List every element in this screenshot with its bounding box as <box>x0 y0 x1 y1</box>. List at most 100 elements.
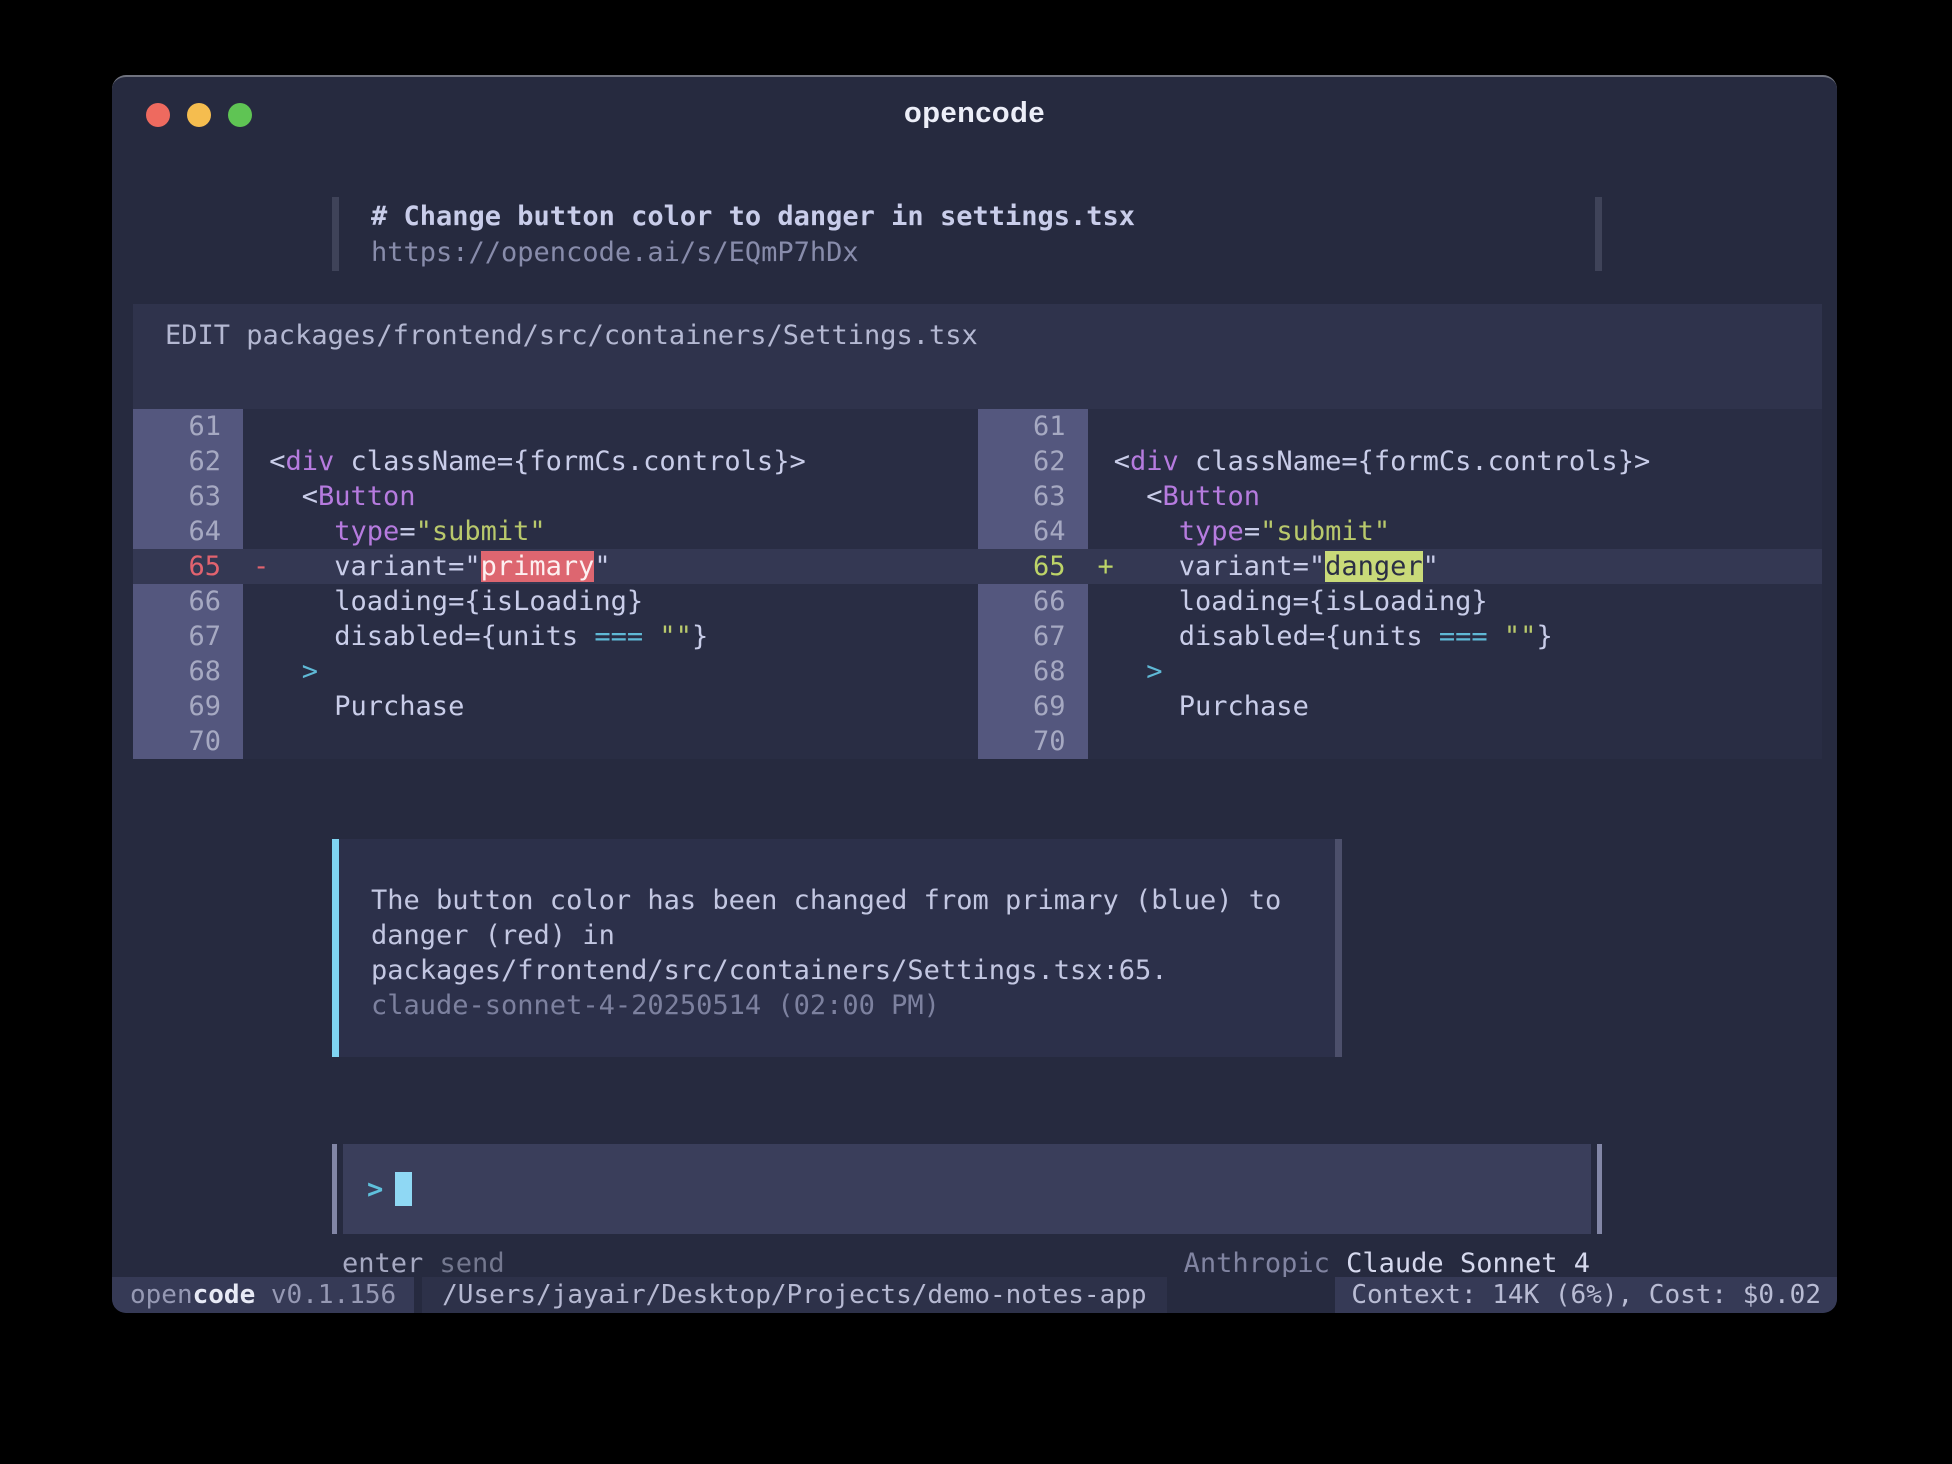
diff-row-70: 70 <box>978 724 1823 759</box>
code-line: loading={isLoading} <box>243 584 978 619</box>
line-number: 68 <box>978 654 1088 689</box>
model-name: Claude Sonnet 4 <box>1346 1248 1590 1279</box>
diff-row-67: 67 disabled={units === ""} <box>133 619 978 654</box>
enter-key-hint: enter <box>342 1248 423 1279</box>
diff-row-65: 65- variant="primary" <box>133 549 978 584</box>
send-hint: enter send <box>342 1248 505 1279</box>
diff-row-70: 70 <box>133 724 978 759</box>
diff-row-62: 62 <div className={formCs.controls}> <box>133 444 978 479</box>
code-line: disabled={units === ""} <box>1088 619 1823 654</box>
chat-input[interactable]: > <box>343 1144 1591 1234</box>
message-line: danger (red) in <box>371 918 1309 953</box>
code-line: + variant="danger" <box>1088 549 1823 584</box>
line-number: 63 <box>978 479 1088 514</box>
diff-row-66: 66 loading={isLoading} <box>133 584 978 619</box>
text-cursor <box>395 1172 412 1206</box>
status-bar: opencode v0.1.156 /Users/jayair/Desktop/… <box>112 1277 1837 1313</box>
prompt-symbol: > <box>367 1172 383 1208</box>
code-line <box>243 724 978 759</box>
line-number: 70 <box>133 724 243 759</box>
line-number: 67 <box>133 619 243 654</box>
line-number: 69 <box>978 689 1088 724</box>
line-number: 69 <box>133 689 243 724</box>
app-version-chip: opencode v0.1.156 <box>112 1277 414 1313</box>
input-left-bar <box>332 1144 337 1234</box>
code-line: > <box>243 654 978 689</box>
diff-row-69: 69 Purchase <box>133 689 978 724</box>
model-indicator: Anthropic Claude Sonnet 4 <box>1184 1248 1590 1279</box>
diff-row-62: 62 <div className={formCs.controls}> <box>978 444 1823 479</box>
message-line: The button color has been changed from p… <box>371 883 1309 918</box>
diff-row-61: 61 <box>978 409 1823 444</box>
code-line: > <box>1088 654 1823 689</box>
app-name-open: open <box>130 1280 193 1310</box>
code-line: - variant="primary" <box>243 549 978 584</box>
removed-line-marker: - <box>253 549 269 584</box>
input-hints: enter send Anthropic Claude Sonnet 4 <box>332 1248 1602 1279</box>
diff-row-63: 63 <Button <box>133 479 978 514</box>
diff-row-64: 64 type="submit" <box>978 514 1823 549</box>
diff-pane-new: 6162 <div className={formCs.controls}>63… <box>978 409 1823 759</box>
added-line-marker: + <box>1098 549 1114 584</box>
app-name-code: code <box>193 1280 256 1310</box>
diff-row-63: 63 <Button <box>978 479 1823 514</box>
line-number: 64 <box>978 514 1088 549</box>
line-number: 64 <box>133 514 243 549</box>
user-prompt-block: # Change button color to danger in setti… <box>332 197 1602 271</box>
code-line: <div className={formCs.controls}> <box>243 444 978 479</box>
context-cost-indicator: Context: 14K (6%), Cost: $0.02 <box>1335 1277 1837 1313</box>
edit-header: EDIT packages/frontend/src/containers/Se… <box>133 304 1822 409</box>
message-line: packages/frontend/src/containers/Setting… <box>371 953 1309 988</box>
assistant-message: The button color has been changed from p… <box>332 839 1342 1057</box>
line-number: 70 <box>978 724 1088 759</box>
code-line: type="submit" <box>243 514 978 549</box>
input-right-bar <box>1597 1144 1602 1234</box>
share-url[interactable]: https://opencode.ai/s/EQmP7hDx <box>371 235 1595 271</box>
line-number: 62 <box>978 444 1088 479</box>
chat-input-container: > <box>332 1144 1602 1234</box>
code-line <box>1088 409 1823 444</box>
diff-row-69: 69 Purchase <box>978 689 1823 724</box>
diff-view: 6162 <div className={formCs.controls}>63… <box>133 409 1822 759</box>
diff-row-66: 66 loading={isLoading} <box>978 584 1823 619</box>
edit-file-path: packages/frontend/src/containers/Setting… <box>246 320 978 351</box>
titlebar: opencode <box>112 77 1837 135</box>
line-number: 65 <box>133 549 243 584</box>
line-number: 61 <box>978 409 1088 444</box>
diff-row-61: 61 <box>133 409 978 444</box>
line-number: 67 <box>978 619 1088 654</box>
line-number: 65 <box>978 549 1088 584</box>
diff-row-67: 67 disabled={units === ""} <box>978 619 1823 654</box>
send-action-hint: send <box>440 1248 505 1279</box>
code-line: <div className={formCs.controls}> <box>1088 444 1823 479</box>
diff-row-65: 65+ variant="danger" <box>978 549 1823 584</box>
diff-row-64: 64 type="submit" <box>133 514 978 549</box>
line-number: 66 <box>133 584 243 619</box>
code-line: <Button <box>243 479 978 514</box>
line-number: 62 <box>133 444 243 479</box>
app-version: v0.1.156 <box>271 1280 396 1310</box>
code-line: <Button <box>1088 479 1823 514</box>
window-title: opencode <box>112 97 1837 130</box>
code-line: loading={isLoading} <box>1088 584 1823 619</box>
code-line: Purchase <box>243 689 978 724</box>
code-line <box>1088 724 1823 759</box>
diff-pane-old: 6162 <div className={formCs.controls}>63… <box>133 409 978 759</box>
code-line: Purchase <box>1088 689 1823 724</box>
code-line <box>243 409 978 444</box>
message-model-timestamp: claude-sonnet-4-20250514 (02:00 PM) <box>371 988 1309 1023</box>
statusbar-spacer <box>1167 1277 1336 1313</box>
edit-label: EDIT <box>165 320 230 351</box>
line-number: 68 <box>133 654 243 689</box>
edit-tool-block: EDIT packages/frontend/src/containers/Se… <box>133 304 1822 759</box>
quote-right-bar <box>1595 197 1602 271</box>
line-number: 61 <box>133 409 243 444</box>
line-number: 66 <box>978 584 1088 619</box>
message-accent-bar <box>332 839 339 1057</box>
session-title: # Change button color to danger in setti… <box>371 199 1595 235</box>
line-number: 63 <box>133 479 243 514</box>
terminal-window: opencode # Change button color to danger… <box>112 75 1837 1313</box>
quote-left-bar <box>332 197 339 271</box>
provider-name: Anthropic <box>1184 1248 1330 1279</box>
code-line: type="submit" <box>1088 514 1823 549</box>
